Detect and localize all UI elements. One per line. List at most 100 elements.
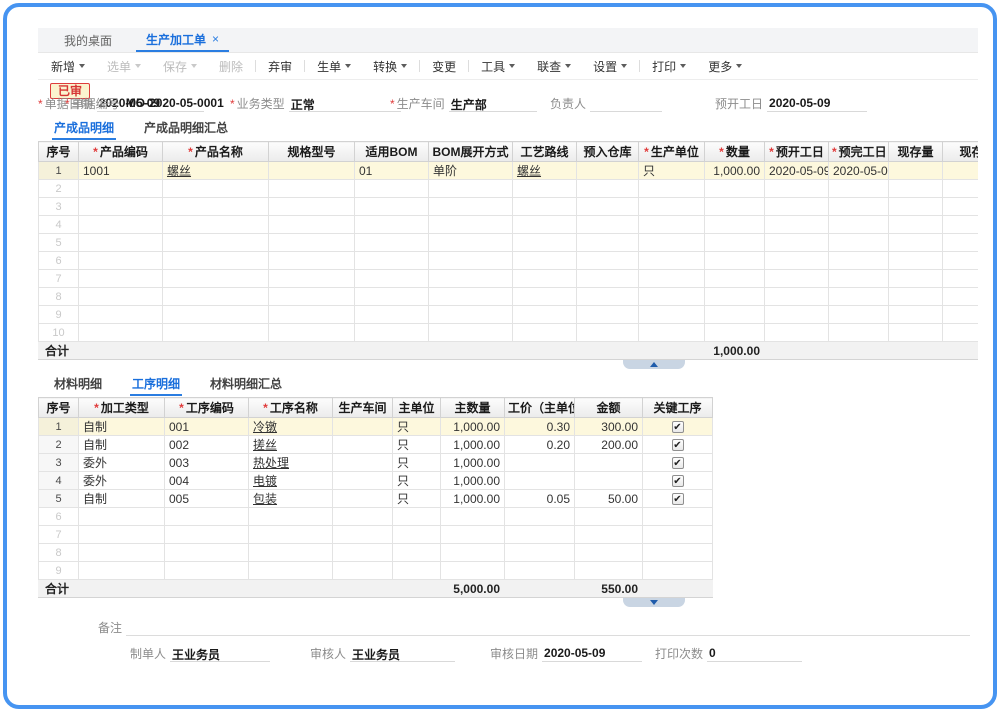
toolbar-button-generate-doc[interactable]: 生单: [306, 58, 362, 75]
cell-amount[interactable]: 50.00: [575, 490, 643, 508]
cell-end_date[interactable]: [829, 234, 889, 252]
cell-bom[interactable]: [355, 324, 429, 342]
toolbar-button-new[interactable]: 新增: [40, 58, 96, 75]
cell-process_code[interactable]: [165, 544, 249, 562]
cell-warehouse[interactable]: [577, 162, 639, 180]
cell-process_type[interactable]: 自制: [79, 436, 165, 454]
cell-workshop[interactable]: [333, 508, 393, 526]
cell-unit[interactable]: [639, 198, 705, 216]
cell-workshop[interactable]: [333, 544, 393, 562]
cell-route[interactable]: [513, 252, 577, 270]
cell-route[interactable]: [513, 180, 577, 198]
cell-stock_qty[interactable]: [889, 270, 943, 288]
cell-process_name[interactable]: 热处理: [249, 454, 333, 472]
cell-warehouse[interactable]: [577, 198, 639, 216]
toolbar-button-print[interactable]: 打印: [641, 58, 697, 75]
cell-process_type[interactable]: 委外: [79, 454, 165, 472]
cell-price[interactable]: 0.30: [505, 418, 575, 436]
cell-product_code[interactable]: [79, 216, 163, 234]
cell-product_code[interactable]: [79, 324, 163, 342]
cell-amount[interactable]: [575, 544, 643, 562]
cell-workshop[interactable]: [333, 472, 393, 490]
cell-bom_mode[interactable]: [429, 216, 513, 234]
cell-qty[interactable]: [705, 306, 765, 324]
cell-product_name[interactable]: [163, 216, 269, 234]
cell-key_process[interactable]: [643, 526, 713, 544]
cell-key_process[interactable]: [643, 562, 713, 580]
cell-process_code[interactable]: 002: [165, 436, 249, 454]
cell-bom_mode[interactable]: [429, 180, 513, 198]
cell-start_date[interactable]: [765, 288, 829, 306]
cell-product_name[interactable]: [163, 252, 269, 270]
cell-stock_qty2[interactable]: [943, 216, 979, 234]
cell-product_name[interactable]: [163, 234, 269, 252]
cell-stock_qty2[interactable]: [943, 288, 979, 306]
cell-qty[interactable]: [705, 324, 765, 342]
cell-unit[interactable]: 只: [393, 418, 441, 436]
cell-process_type[interactable]: 自制: [79, 490, 165, 508]
tab-production-order[interactable]: 生产加工单 ×: [136, 28, 229, 52]
cell-bom_mode[interactable]: [429, 198, 513, 216]
cell-route[interactable]: [513, 306, 577, 324]
cell-unit[interactable]: 只: [393, 490, 441, 508]
cell-warehouse[interactable]: [577, 288, 639, 306]
cell-process_name[interactable]: 搓丝: [249, 436, 333, 454]
cell-unit[interactable]: [393, 508, 441, 526]
toolbar-button-tools[interactable]: 工具: [470, 58, 526, 75]
cell-amount[interactable]: 200.00: [575, 436, 643, 454]
cell-amount[interactable]: [575, 526, 643, 544]
cell-stock_qty[interactable]: [889, 234, 943, 252]
cell-process_name[interactable]: 电镀: [249, 472, 333, 490]
toolbar-button-more[interactable]: 更多: [697, 58, 753, 75]
cell-warehouse[interactable]: [577, 180, 639, 198]
workshop-value[interactable]: 生产部: [449, 96, 537, 112]
cell-start_date[interactable]: [765, 252, 829, 270]
checkbox-checked-icon[interactable]: ✔: [672, 475, 684, 487]
cell-process_code[interactable]: 004: [165, 472, 249, 490]
cell-stock_qty[interactable]: [889, 180, 943, 198]
cell-product_code[interactable]: [79, 234, 163, 252]
collapse-up-handle[interactable]: [623, 360, 685, 369]
cell-bom_mode[interactable]: 单阶: [429, 162, 513, 180]
cell-price[interactable]: 0.05: [505, 490, 575, 508]
cell-process_type[interactable]: [79, 508, 165, 526]
cell-route[interactable]: [513, 234, 577, 252]
cell-route[interactable]: 螺丝: [513, 162, 577, 180]
cell-unit[interactable]: [639, 180, 705, 198]
cell-product_name[interactable]: [163, 288, 269, 306]
cell-process_name[interactable]: [249, 508, 333, 526]
cell-warehouse[interactable]: [577, 216, 639, 234]
cell-stock_qty2[interactable]: [943, 306, 979, 324]
cell-stock_qty[interactable]: [889, 306, 943, 324]
cell-process_code[interactable]: 005: [165, 490, 249, 508]
cell-workshop[interactable]: [333, 562, 393, 580]
tab-my-desktop[interactable]: 我的桌面: [54, 28, 122, 52]
cell-spec_model[interactable]: [269, 216, 355, 234]
cell-end_date[interactable]: 2020-05-09: [829, 162, 889, 180]
cell-unit[interactable]: 只: [393, 472, 441, 490]
owner-value[interactable]: [590, 96, 662, 112]
cell-stock_qty2[interactable]: [943, 162, 979, 180]
cell-stock_qty[interactable]: [889, 288, 943, 306]
cell-bom[interactable]: [355, 306, 429, 324]
cell-price[interactable]: [505, 454, 575, 472]
cell-amount[interactable]: [575, 562, 643, 580]
cell-product_code[interactable]: 1001: [79, 162, 163, 180]
cell-end_date[interactable]: [829, 324, 889, 342]
cell-start_date[interactable]: [765, 306, 829, 324]
cell-key_process[interactable]: [643, 544, 713, 562]
cell-route[interactable]: [513, 216, 577, 234]
cell-stock_qty2[interactable]: [943, 198, 979, 216]
cell-workshop[interactable]: [333, 454, 393, 472]
cell-product_code[interactable]: [79, 180, 163, 198]
cell-unit[interactable]: 只: [393, 436, 441, 454]
cell-product_name[interactable]: [163, 270, 269, 288]
cell-start_date[interactable]: [765, 234, 829, 252]
cell-unit[interactable]: 只: [393, 454, 441, 472]
cell-price[interactable]: [505, 472, 575, 490]
cell-qty[interactable]: [705, 252, 765, 270]
cell-process_code[interactable]: [165, 508, 249, 526]
cell-route[interactable]: [513, 324, 577, 342]
tab-product-summary[interactable]: 产成品明细汇总: [142, 119, 230, 140]
cell-qty[interactable]: [705, 270, 765, 288]
